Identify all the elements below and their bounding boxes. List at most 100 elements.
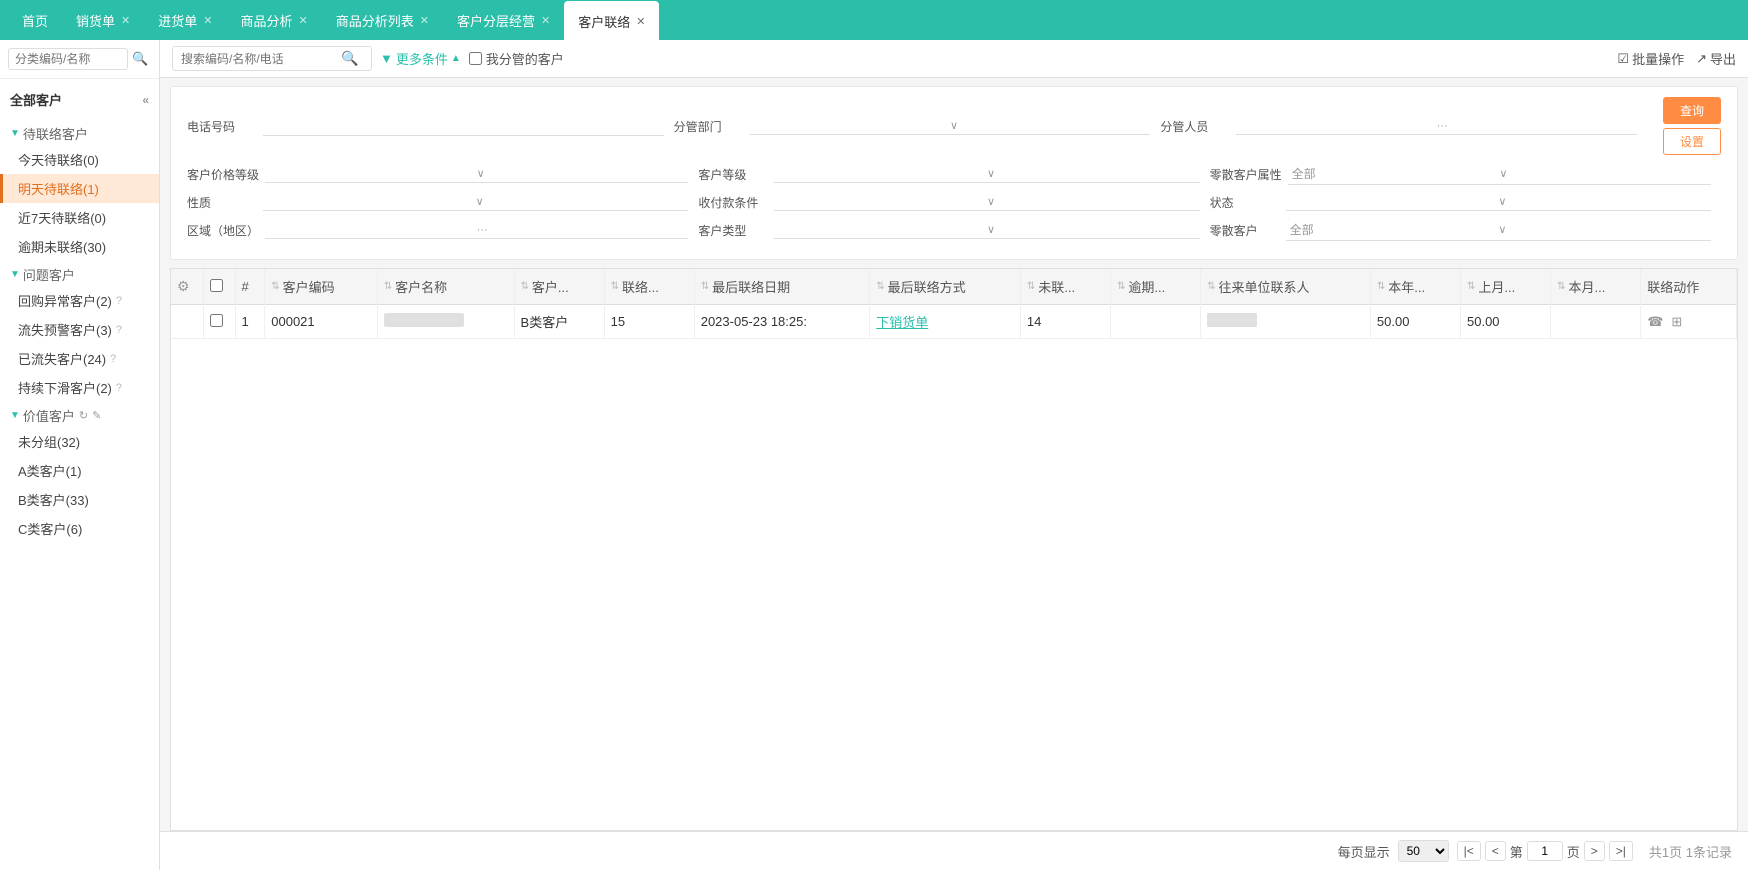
td-customer-type: B类客户 [514, 305, 604, 339]
th-action: 联络动作 [1641, 269, 1737, 305]
sidebar-item-tomorrow[interactable]: 明天待联络(1) [0, 174, 159, 203]
batch-op-icon: ☑ [1617, 51, 1629, 67]
close-product-analysis-list-tab[interactable]: ✕ [420, 14, 429, 27]
sidebar-item-today[interactable]: 今天待联络(0) [0, 145, 159, 174]
gear-settings-icon[interactable]: ⚙ [177, 278, 190, 294]
sidebar-item-class-a[interactable]: A类客户(1) [0, 456, 159, 485]
first-page-btn[interactable]: |< [1457, 841, 1481, 861]
close-product-analysis-tab[interactable]: ✕ [299, 14, 308, 27]
close-purchase-tab[interactable]: ✕ [203, 14, 212, 27]
th-name: ⇅ 客户名称 [377, 269, 514, 305]
my-customers-checkbox-wrap: 我分管的客户 [469, 49, 564, 68]
filter-dept: 分管部门 ∨ [674, 117, 1161, 135]
filter-payment-label: 收付款条件 [698, 194, 768, 211]
filter-retail-attr-label: 零散客户属性 [1210, 166, 1282, 183]
filter-retail-customer-select[interactable]: 全部 ∨ [1286, 219, 1711, 241]
td-action: ☎ ⊞ [1641, 305, 1737, 339]
sidebar-item-class-b[interactable]: B类客户(33) [0, 485, 159, 514]
collapse-icon: « [142, 93, 149, 107]
chevron-down-icon-9: ∨ [1498, 223, 1707, 236]
nav-customer-tier[interactable]: 客户分层经营 ✕ [443, 0, 564, 40]
filter-phone-input[interactable] [263, 117, 664, 136]
sidebar-item-ungrouped[interactable]: 未分组(32) [0, 427, 159, 456]
th-overdue: ⇅ 逾期... [1111, 269, 1201, 305]
sidebar-search-icon[interactable]: 🔍 [132, 51, 148, 67]
filter-payment-select[interactable]: ∨ [774, 193, 1199, 211]
filter-manager-input[interactable]: ··· [1236, 118, 1637, 135]
sidebar-item-class-c[interactable]: C类客户(6) [0, 514, 159, 543]
search-submit-icon[interactable]: 🔍 [341, 50, 358, 67]
filter-row-2: 客户价格等级 ∨ 客户等级 ∨ 零散客户属性 全部 [187, 163, 1721, 185]
filter-row-4: 区域（地区） ··· 客户类型 ∨ 零散客户 全部 [187, 219, 1721, 241]
query-button[interactable]: 查询 [1663, 97, 1721, 124]
sidebar-all-customers[interactable]: 全部客户 « [0, 85, 159, 114]
prev-page-btn[interactable]: < [1485, 841, 1506, 861]
th-code: ⇅ 客户编码 [265, 269, 377, 305]
filter-gender-select[interactable]: ∨ [263, 193, 688, 211]
filter-retail-attr-select[interactable]: 全部 ∨ [1288, 163, 1711, 185]
nav-home[interactable]: 首页 [8, 0, 62, 40]
close-sales-tab[interactable]: ✕ [121, 14, 130, 27]
sidebar-item-churn-warning[interactable]: 流失预警客户(3) ? [0, 315, 159, 344]
nav-sales[interactable]: 销货单 ✕ [62, 0, 144, 40]
filter-status-select[interactable]: ∨ [1286, 193, 1711, 211]
filter-customer-level-select[interactable]: ∨ [774, 165, 1199, 183]
export-icon: ↗ [1696, 51, 1707, 67]
nav-product-analysis[interactable]: 商品分析 ✕ [226, 0, 321, 40]
close-customer-tier-tab[interactable]: ✕ [541, 14, 550, 27]
filter-customer-level-label: 客户等级 [698, 166, 768, 183]
next-page-btn[interactable]: > [1584, 841, 1605, 861]
chevron-down-icon: ∨ [950, 119, 1146, 132]
phone-action-icon[interactable]: ☎ [1647, 314, 1663, 330]
settings-button[interactable]: 设置 [1663, 128, 1721, 155]
my-customers-checkbox[interactable] [469, 52, 482, 65]
sort-icon-5: ⇅ [701, 281, 709, 292]
select-all-checkbox[interactable] [210, 279, 223, 292]
filter-price-level-select[interactable]: ∨ [265, 165, 688, 183]
page-suffix: 页 [1567, 842, 1580, 861]
top-nav: 首页 销货单 ✕ 进货单 ✕ 商品分析 ✕ 商品分析列表 ✕ 客户分层经营 ✕ … [0, 0, 1748, 40]
export-btn[interactable]: ↗ 导出 [1696, 49, 1736, 68]
sidebar-item-7days[interactable]: 近7天待联络(0) [0, 203, 159, 232]
chevron-down-icon-3: ∨ [987, 167, 1196, 180]
more-conditions-btn[interactable]: ▼ 更多条件 ▲ [380, 49, 461, 68]
filter-row-3: 性质 ∨ 收付款条件 ∨ 状态 [187, 193, 1721, 211]
close-customer-contact-tab[interactable]: ✕ [636, 15, 645, 28]
sort-icon-10: ⇅ [1377, 281, 1385, 292]
filter-dept-select[interactable]: ∨ [750, 117, 1151, 135]
batch-op-btn[interactable]: ☑ 批量操作 [1617, 49, 1684, 68]
search-input[interactable] [181, 52, 341, 66]
td-code: 000021 [265, 305, 377, 339]
row-checkbox[interactable] [210, 314, 223, 327]
sort-icon-12: ⇅ [1557, 281, 1565, 292]
filter-customer-type-label: 客户类型 [698, 222, 768, 239]
contact-method-link[interactable]: 下销货单 [876, 315, 928, 330]
td-last-contact-method: 下销货单 [870, 305, 1021, 339]
sidebar-search-input[interactable] [8, 48, 128, 70]
filter-customer-type-select[interactable]: ∨ [774, 221, 1199, 239]
edit-icon[interactable]: ✎ [92, 409, 101, 422]
nav-customer-contact[interactable]: 客户联络 ✕ [564, 1, 659, 41]
sidebar-item-overdue[interactable]: 逾期未联络(30) [0, 232, 159, 261]
data-table: ⚙ # ⇅ 客户编码 [171, 269, 1737, 339]
sidebar-item-declining[interactable]: 持续下滑客户(2) ? [0, 373, 159, 402]
search-input-wrap: 🔍 [172, 46, 372, 71]
td-no: 1 [235, 305, 265, 339]
nav-product-analysis-list[interactable]: 商品分析列表 ✕ [322, 0, 443, 40]
sidebar-item-repurchase-anomaly[interactable]: 回购异常客户(2) ? [0, 286, 159, 315]
nav-purchase[interactable]: 进货单 ✕ [144, 0, 226, 40]
grid-action-icon[interactable]: ⊞ [1671, 314, 1682, 330]
td-this-year: 50.00 [1370, 305, 1460, 339]
filter-gender: 性质 ∨ [187, 193, 698, 211]
filter-region-input[interactable]: ··· [265, 222, 688, 239]
refresh-icon[interactable]: ↻ [79, 409, 88, 422]
td-last-contact-date: 2023-05-23 18:25: [694, 305, 870, 339]
per-page-select[interactable]: 50 100 200 [1398, 840, 1449, 862]
data-table-wrap: ⚙ # ⇅ 客户编码 [170, 268, 1738, 831]
per-page-label: 每页显示 [1338, 842, 1390, 861]
last-page-btn[interactable]: >| [1609, 841, 1633, 861]
sidebar-group-pending: ▼ 待联络客户 [0, 120, 159, 145]
page-number-input[interactable] [1527, 841, 1563, 861]
sidebar-all-section: 全部客户 « [0, 79, 159, 120]
sidebar-item-churned[interactable]: 已流失客户(24) ? [0, 344, 159, 373]
